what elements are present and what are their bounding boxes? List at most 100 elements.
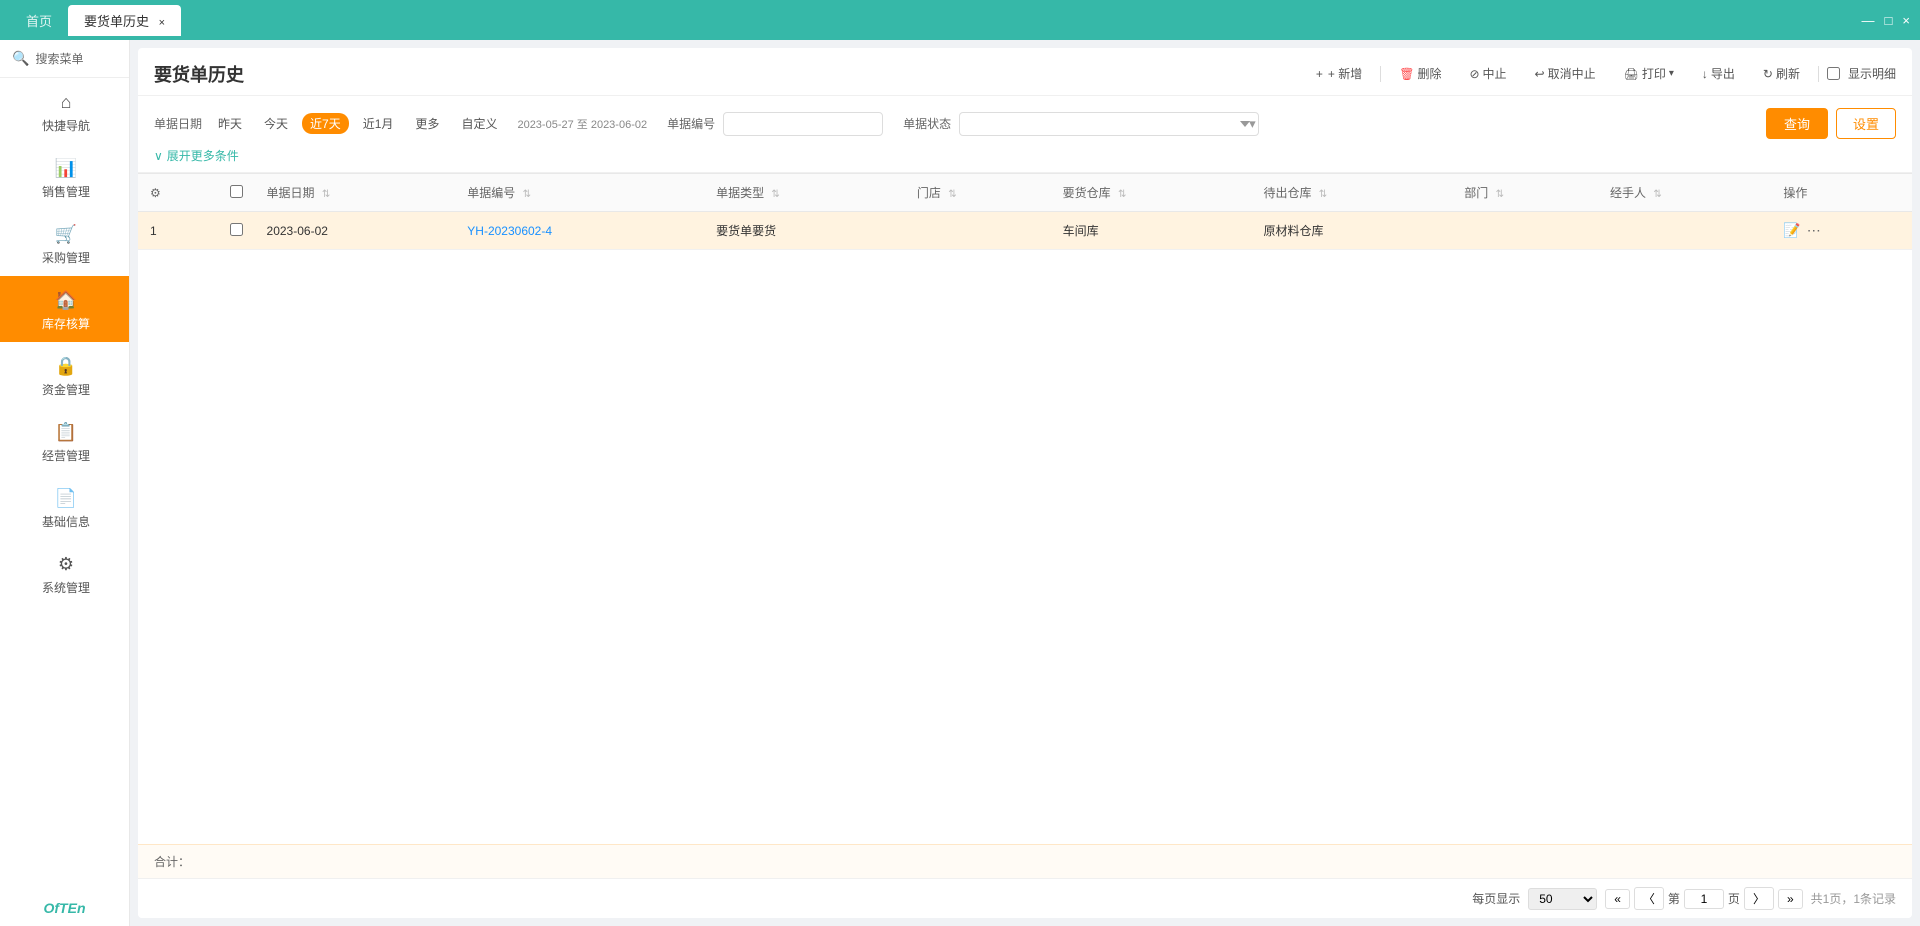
table-row: 1 2023-06-02 YH-20230602-4 要货单要货 车间库 原材料… — [138, 212, 1912, 250]
page-size-select[interactable]: 50 100 200 — [1528, 888, 1597, 910]
chart-icon: 📊 — [55, 158, 77, 179]
sidebar-item-label: 快捷导航 — [42, 117, 90, 134]
search-menu-label: 搜索菜单 — [35, 50, 83, 67]
date-btn-1month[interactable]: 近1月 — [355, 113, 402, 134]
sidebar-item-basic[interactable]: 📄 基础信息 — [0, 474, 129, 540]
plus-icon: + — [1316, 67, 1323, 81]
th-department[interactable]: 部门 ⇅ — [1452, 174, 1598, 212]
export-icon: ↓ — [1702, 67, 1708, 81]
first-page-button[interactable]: « — [1605, 889, 1630, 909]
page-suffix: 页 — [1728, 890, 1740, 907]
sidebar-item-inventory[interactable]: 🏠 库存核算 — [0, 276, 129, 342]
tab-home[interactable]: 首页 — [10, 5, 68, 36]
search-menu-item[interactable]: 🔍 搜索菜单 — [0, 40, 129, 78]
home-icon: ⌂ — [61, 92, 72, 113]
th-store[interactable]: 门店 ⇅ — [905, 174, 1051, 212]
sidebar-item-purchase[interactable]: 🛒 采购管理 — [0, 210, 129, 276]
date-btn-custom[interactable]: 自定义 — [453, 113, 505, 134]
doc-num-link[interactable]: YH-20230602-4 — [467, 224, 552, 238]
th-settings[interactable]: ⚙ — [138, 174, 218, 212]
row-store — [905, 212, 1051, 250]
row-actions: 📝 ⋯ — [1771, 212, 1912, 250]
date-range-text: 2023-05-27 至 2023-06-02 — [517, 116, 647, 132]
data-table: ⚙ 单据日期 ⇅ 单据编号 ⇅ 单据类型 — [138, 173, 1912, 250]
edit-icon[interactable]: 📝 — [1783, 222, 1800, 239]
window-minimize[interactable]: — — [1862, 13, 1875, 28]
toolbar-divider2 — [1818, 66, 1819, 82]
export-button[interactable]: ↓ 导出 — [1692, 60, 1745, 87]
sidebar-item-label: 资金管理 — [42, 381, 90, 398]
query-button[interactable]: 查询 — [1766, 108, 1828, 139]
brand-area: OfTEn — [0, 890, 129, 926]
window-close[interactable]: × — [1902, 13, 1910, 28]
page-header: 要货单历史 + + 新增 🗑 删除 ⊘ 中止 ↩ 取消中止 — [138, 48, 1912, 96]
page-input[interactable] — [1684, 889, 1724, 909]
print-button[interactable]: 🖨 打印 ▾ — [1614, 60, 1684, 87]
select-all-checkbox[interactable] — [230, 185, 243, 198]
expand-label: 展开更多条件 — [167, 147, 239, 164]
last-page-button[interactable]: » — [1778, 889, 1803, 909]
top-bar: 首页 要货单历史 × — □ × — [0, 0, 1920, 40]
th-dest-warehouse[interactable]: 待出仓库 ⇅ — [1251, 174, 1452, 212]
summary-bar: 合计： — [138, 844, 1912, 878]
stop-icon: ⊘ — [1469, 67, 1479, 81]
refresh-button[interactable]: ↻ 刷新 — [1753, 60, 1810, 87]
date-shortcuts: 昨天 今天 近7天 近1月 更多 自定义 — [210, 113, 505, 134]
stop-button[interactable]: ⊘ 中止 — [1459, 60, 1516, 87]
show-detail-toggle[interactable]: 显示明细 — [1827, 65, 1896, 82]
sidebar-item-system[interactable]: ⚙ 系统管理 — [0, 540, 129, 606]
th-action: 操作 — [1771, 174, 1912, 212]
date-filter: 单据日期 昨天 今天 近7天 近1月 更多 自定义 2023-05-27 至 2… — [154, 113, 647, 134]
more-icon[interactable]: ⋯ — [1807, 222, 1821, 239]
th-date[interactable]: 单据日期 ⇅ — [255, 174, 456, 212]
th-handler[interactable]: 经手人 ⇅ — [1598, 174, 1771, 212]
row-doc-num[interactable]: YH-20230602-4 — [455, 212, 704, 250]
prev-page-button[interactable]: 〈 — [1634, 887, 1664, 910]
doc-status-select[interactable] — [959, 112, 1259, 136]
sort-store-icon: ⇅ — [948, 189, 956, 200]
cancel-stop-button[interactable]: ↩ 取消中止 — [1525, 60, 1606, 87]
summary-label: 合计： — [154, 855, 190, 869]
print-icon: 🖨 — [1624, 67, 1639, 81]
tab-close-icon[interactable]: × — [159, 17, 165, 29]
toolbar-divider — [1380, 66, 1381, 82]
th-doc-num[interactable]: 单据编号 ⇅ — [455, 174, 704, 212]
cart-icon: 🛒 — [55, 224, 77, 245]
sidebar-item-finance[interactable]: 🔒 资金管理 — [0, 342, 129, 408]
page-prefix: 第 — [1668, 890, 1680, 907]
row-checkbox[interactable] — [230, 223, 243, 236]
row-checkbox-cell — [218, 212, 255, 250]
setting-button[interactable]: 设置 — [1836, 108, 1896, 139]
show-detail-checkbox[interactable] — [1827, 67, 1840, 80]
doc-number-input[interactable] — [723, 112, 883, 136]
row-doc-type: 要货单要货 — [704, 212, 905, 250]
date-btn-yesterday[interactable]: 昨天 — [210, 113, 250, 134]
new-button[interactable]: + + 新增 — [1306, 60, 1372, 87]
refresh-icon: ↻ — [1763, 67, 1773, 81]
filter-area: 单据日期 昨天 今天 近7天 近1月 更多 自定义 2023-05-27 至 2… — [138, 96, 1912, 173]
brand-text: OfTEn — [10, 900, 119, 916]
th-req-warehouse[interactable]: 要货仓库 ⇅ — [1051, 174, 1252, 212]
delete-button[interactable]: 🗑 删除 — [1389, 60, 1451, 87]
sort-date-icon: ⇅ — [322, 189, 330, 200]
sidebar-item-operations[interactable]: 📋 经营管理 — [0, 408, 129, 474]
table-header-row: ⚙ 单据日期 ⇅ 单据编号 ⇅ 单据类型 — [138, 174, 1912, 212]
window-maximize[interactable]: □ — [1885, 13, 1893, 28]
tab-doc-history[interactable]: 要货单历史 × — [68, 5, 181, 36]
table-area: ⚙ 单据日期 ⇅ 单据编号 ⇅ 单据类型 — [138, 173, 1912, 844]
expand-more-btn[interactable]: ∨ 展开更多条件 — [154, 147, 1896, 164]
sidebar-item-label: 系统管理 — [42, 579, 90, 596]
sidebar-item-label: 库存核算 — [42, 315, 90, 332]
inventory-icon: 🏠 — [55, 290, 77, 311]
date-btn-7days[interactable]: 近7天 — [302, 113, 349, 134]
next-page-button[interactable]: 〉 — [1744, 887, 1774, 910]
sidebar-item-shortcut[interactable]: ⌂ 快捷导航 — [0, 78, 129, 144]
date-btn-today[interactable]: 今天 — [256, 113, 296, 134]
sort-docnum-icon: ⇅ — [523, 189, 531, 200]
footer-bar: 每页显示 50 100 200 « 〈 第 页 〉 » 共1页，1条记录 — [138, 878, 1912, 918]
th-doc-type[interactable]: 单据类型 ⇅ — [704, 174, 905, 212]
th-checkbox — [218, 174, 255, 212]
date-btn-more[interactable]: 更多 — [407, 113, 447, 134]
sidebar-item-sales[interactable]: 📊 销售管理 — [0, 144, 129, 210]
lock-icon: 🔒 — [55, 356, 77, 377]
